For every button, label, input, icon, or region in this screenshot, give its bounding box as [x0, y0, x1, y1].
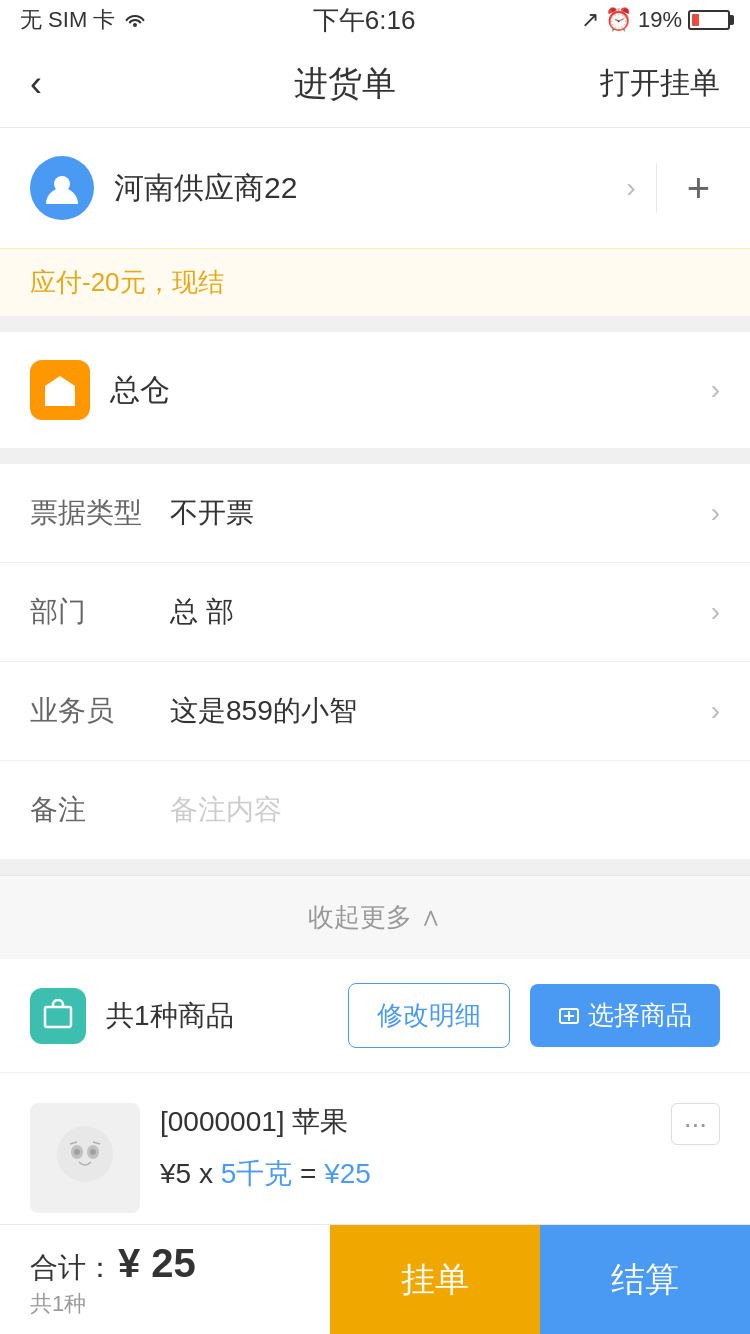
status-right: ↗ ⏰ 19%: [581, 7, 730, 33]
page-title: 进货单: [294, 61, 396, 107]
chevron-right-icon: ›: [626, 172, 635, 204]
product-count-icon: [30, 988, 86, 1044]
sales-label: 业务员: [30, 692, 160, 730]
product-item: [0000001] 苹果 ¥5 x 5千克 = ¥25 ···: [0, 1072, 750, 1243]
sales-value: 这是859的小智: [160, 692, 711, 730]
collapse-button[interactable]: 收起更多 ∧: [0, 875, 750, 959]
chevron-right-icon: ›: [711, 497, 720, 529]
nav-bar: ‹ 进货单 打开挂单: [0, 40, 750, 128]
total-count: 共1种: [30, 1289, 300, 1319]
product-count-text: 共1种商品: [106, 997, 328, 1035]
product-price: ¥5 x 5千克 = ¥25: [160, 1155, 651, 1193]
product-name: [0000001] 苹果: [160, 1103, 651, 1141]
vertical-divider: [656, 163, 657, 213]
more-button[interactable]: ···: [671, 1103, 720, 1145]
status-time: 下午6:16: [313, 3, 416, 38]
checkout-button[interactable]: 结算: [540, 1225, 750, 1334]
back-button[interactable]: ‹: [30, 63, 90, 105]
invoice-row[interactable]: 票据类型 不开票 ›: [0, 464, 750, 563]
svg-rect-1: [54, 394, 66, 406]
status-left: 无 SIM 卡: [20, 5, 147, 35]
carrier-text: 无 SIM 卡: [20, 5, 115, 35]
battery-percent: 19%: [638, 7, 682, 33]
remark-input[interactable]: 备注内容: [160, 791, 720, 829]
total-label: 合计：: [30, 1249, 114, 1287]
warehouse-section[interactable]: 总仓 ›: [0, 332, 750, 448]
svg-point-7: [74, 1149, 80, 1155]
unit-price: ¥5: [160, 1158, 191, 1189]
warehouse-name: 总仓: [110, 370, 711, 411]
select-product-button[interactable]: 选择商品: [530, 984, 720, 1047]
hang-button[interactable]: 挂单: [330, 1225, 540, 1334]
chevron-right-icon: ›: [711, 596, 720, 628]
product-header: 共1种商品 修改明细 选择商品: [0, 959, 750, 1072]
product-total: ¥25: [324, 1158, 371, 1189]
status-bar: 无 SIM 卡 下午6:16 ↗ ⏰ 19%: [0, 0, 750, 40]
total-amount: ¥ 25: [118, 1241, 196, 1286]
supplier-avatar: [30, 156, 94, 220]
select-product-label: 选择商品: [588, 998, 692, 1033]
total-section: 合计： ¥ 25 共1种: [0, 1225, 330, 1334]
modify-detail-button[interactable]: 修改明细: [348, 983, 510, 1048]
location-icon: ↗: [581, 7, 599, 33]
warehouse-icon: [30, 360, 90, 420]
alarm-icon: ⏰: [605, 7, 632, 33]
chevron-right-icon: ›: [711, 695, 720, 727]
product-info: [0000001] 苹果 ¥5 x 5千克 = ¥25: [160, 1103, 651, 1193]
content-area: 河南供应商22 › + 应付-20元，现结 总仓 › 票据类型 不开票 ›: [0, 128, 750, 1334]
supplier-notice: 应付-20元，现结: [0, 248, 750, 316]
invoice-label: 票据类型: [30, 494, 160, 532]
supplier-section: 河南供应商22 › + 应付-20元，现结: [0, 128, 750, 316]
svg-rect-2: [45, 1007, 71, 1027]
sales-row[interactable]: 业务员 这是859的小智 ›: [0, 662, 750, 761]
dept-value: 总 部: [160, 593, 711, 631]
product-title: 苹果: [292, 1106, 348, 1137]
add-button[interactable]: +: [677, 166, 720, 211]
chevron-right-icon: ›: [711, 374, 720, 406]
svg-point-4: [57, 1126, 113, 1182]
form-section: 票据类型 不开票 › 部门 总 部 › 业务员 这是859的小智 › 备注 备注…: [0, 464, 750, 859]
product-qty: 5千克: [221, 1158, 293, 1189]
remark-row[interactable]: 备注 备注内容: [0, 761, 750, 859]
product-section: 共1种商品 修改明细 选择商品: [0, 959, 750, 1243]
wifi-icon: [123, 7, 147, 33]
battery-icon: [688, 10, 730, 30]
bottom-bar: 合计： ¥ 25 共1种 挂单 结算: [0, 1224, 750, 1334]
supplier-row[interactable]: 河南供应商22 › +: [0, 128, 750, 248]
multiply-sign: x: [199, 1158, 221, 1189]
open-hang-button[interactable]: 打开挂单: [600, 63, 720, 104]
product-placeholder-icon: [55, 1124, 115, 1193]
svg-point-8: [90, 1149, 96, 1155]
dept-row[interactable]: 部门 总 部 ›: [0, 563, 750, 662]
warehouse-row[interactable]: 总仓 ›: [0, 332, 750, 448]
remark-label: 备注: [30, 791, 160, 829]
equals-sign: =: [300, 1158, 324, 1189]
product-code: [0000001]: [160, 1106, 285, 1137]
product-thumbnail: [30, 1103, 140, 1213]
dept-label: 部门: [30, 593, 160, 631]
invoice-value: 不开票: [160, 494, 711, 532]
supplier-name: 河南供应商22: [114, 168, 626, 209]
